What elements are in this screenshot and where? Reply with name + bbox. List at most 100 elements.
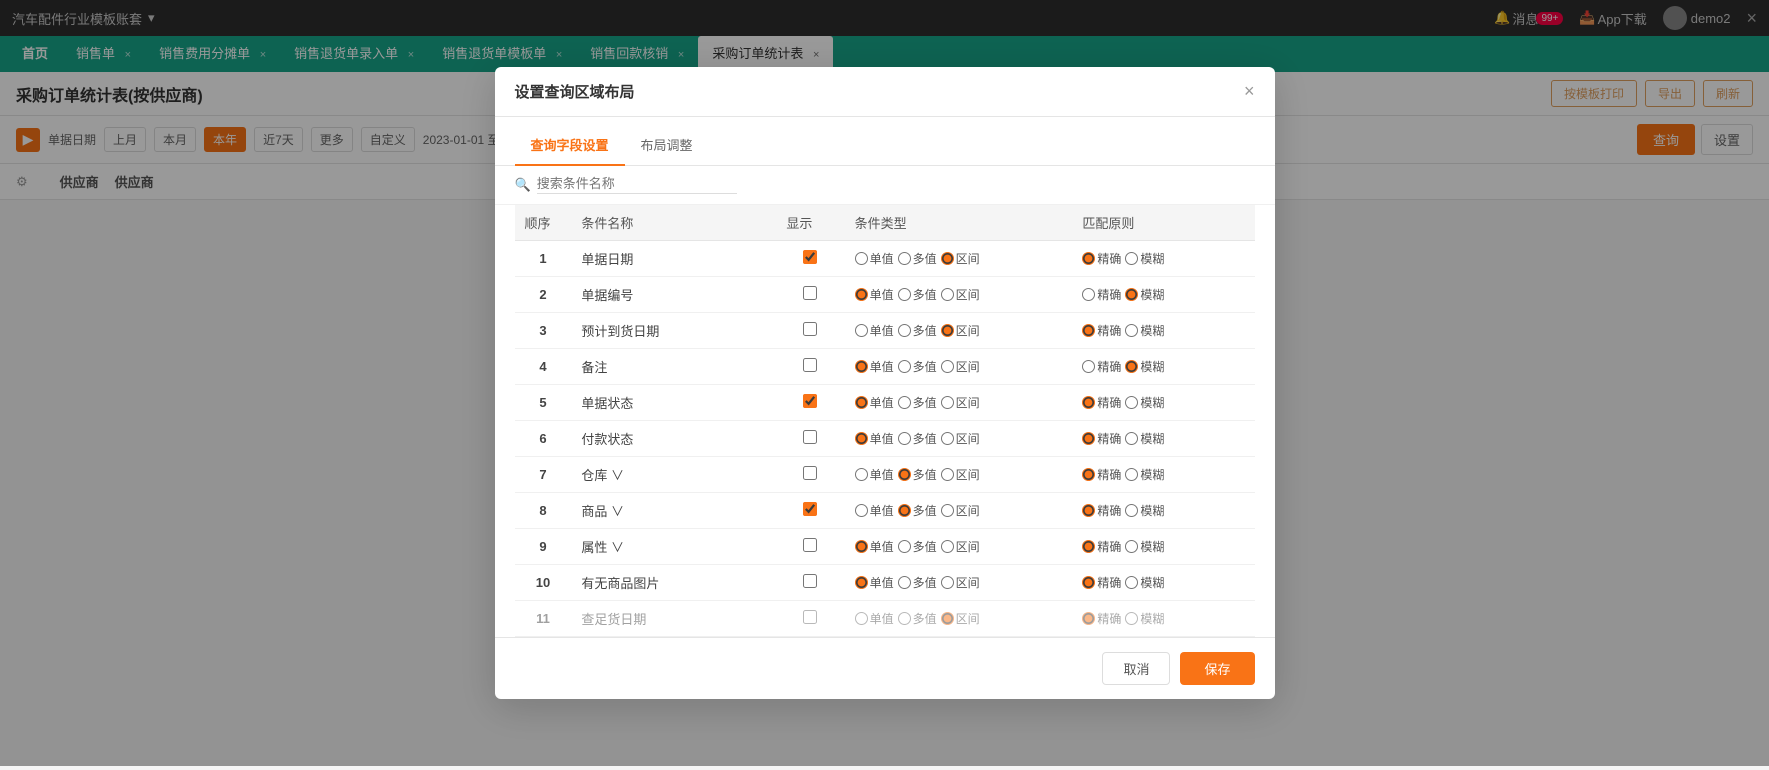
type-option-单值-4[interactable]: 单值 [855, 358, 894, 375]
type-radio-单值-3[interactable] [855, 324, 868, 337]
match-option-精确-1[interactable]: 精确 [1082, 250, 1121, 267]
type-radio-多值-8[interactable] [898, 504, 911, 517]
save-btn[interactable]: 保存 [1180, 652, 1254, 685]
type-option-多值-3[interactable]: 多值 [898, 322, 937, 339]
type-radio-区间-1[interactable] [941, 252, 954, 265]
match-option-模糊-4[interactable]: 模糊 [1125, 358, 1164, 375]
match-radio-模糊-9[interactable] [1125, 540, 1138, 553]
dialog-tab-layout[interactable]: 布局调整 [625, 129, 709, 166]
match-radio-模糊-11[interactable] [1125, 612, 1138, 625]
type-option-多值-1[interactable]: 多值 [898, 250, 937, 267]
type-option-区间-2[interactable]: 区间 [941, 286, 980, 303]
type-option-区间-6[interactable]: 区间 [941, 430, 980, 447]
match-option-精确-3[interactable]: 精确 [1082, 322, 1121, 339]
match-option-精确-8[interactable]: 精确 [1082, 502, 1121, 519]
type-radio-多值-10[interactable] [898, 576, 911, 589]
type-radio-多值-11[interactable] [898, 612, 911, 625]
match-option-精确-4[interactable]: 精确 [1082, 358, 1121, 375]
display-checkbox-8[interactable] [803, 502, 817, 516]
match-radio-精确-3[interactable] [1082, 324, 1095, 337]
type-radio-区间-3[interactable] [941, 324, 954, 337]
display-checkbox-1[interactable] [803, 250, 817, 264]
type-radio-单值-9[interactable] [855, 540, 868, 553]
type-option-区间-3[interactable]: 区间 [941, 322, 980, 339]
match-radio-精确-6[interactable] [1082, 432, 1095, 445]
match-option-精确-10[interactable]: 精确 [1082, 574, 1121, 591]
display-checkbox-7[interactable] [803, 466, 817, 480]
dialog-close-btn[interactable]: × [1244, 81, 1255, 102]
match-option-模糊-9[interactable]: 模糊 [1125, 538, 1164, 555]
type-option-单值-11[interactable]: 单值 [855, 610, 894, 627]
type-radio-区间-2[interactable] [941, 288, 954, 301]
type-option-单值-2[interactable]: 单值 [855, 286, 894, 303]
type-radio-单值-8[interactable] [855, 504, 868, 517]
match-option-精确-6[interactable]: 精确 [1082, 430, 1121, 447]
type-radio-单值-2[interactable] [855, 288, 868, 301]
type-radio-区间-9[interactable] [941, 540, 954, 553]
match-radio-模糊-2[interactable] [1125, 288, 1138, 301]
type-option-区间-5[interactable]: 区间 [941, 394, 980, 411]
match-radio-模糊-8[interactable] [1125, 504, 1138, 517]
match-radio-精确-1[interactable] [1082, 252, 1095, 265]
type-radio-多值-4[interactable] [898, 360, 911, 373]
type-option-单值-7[interactable]: 单值 [855, 466, 894, 483]
match-radio-模糊-4[interactable] [1125, 360, 1138, 373]
match-option-模糊-2[interactable]: 模糊 [1125, 286, 1164, 303]
match-radio-精确-9[interactable] [1082, 540, 1095, 553]
type-radio-多值-6[interactable] [898, 432, 911, 445]
type-radio-区间-4[interactable] [941, 360, 954, 373]
type-option-多值-11[interactable]: 多值 [898, 610, 937, 627]
condition-search-input[interactable] [537, 176, 737, 194]
type-option-多值-7[interactable]: 多值 [898, 466, 937, 483]
type-option-多值-9[interactable]: 多值 [898, 538, 937, 555]
display-checkbox-3[interactable] [803, 322, 817, 336]
match-option-模糊-5[interactable]: 模糊 [1125, 394, 1164, 411]
cancel-btn[interactable]: 取消 [1102, 652, 1170, 685]
type-radio-区间-10[interactable] [941, 576, 954, 589]
type-radio-单值-4[interactable] [855, 360, 868, 373]
display-checkbox-4[interactable] [803, 358, 817, 372]
type-option-区间-1[interactable]: 区间 [941, 250, 980, 267]
type-option-单值-6[interactable]: 单值 [855, 430, 894, 447]
match-option-精确-11[interactable]: 精确 [1082, 610, 1121, 627]
type-radio-区间-6[interactable] [941, 432, 954, 445]
display-checkbox-10[interactable] [803, 574, 817, 588]
type-radio-区间-8[interactable] [941, 504, 954, 517]
type-radio-多值-5[interactable] [898, 396, 911, 409]
dialog-tab-fields[interactable]: 查询字段设置 [515, 129, 625, 166]
match-radio-模糊-5[interactable] [1125, 396, 1138, 409]
match-radio-模糊-1[interactable] [1125, 252, 1138, 265]
match-option-精确-5[interactable]: 精确 [1082, 394, 1121, 411]
type-radio-多值-2[interactable] [898, 288, 911, 301]
type-radio-单值-6[interactable] [855, 432, 868, 445]
match-radio-模糊-7[interactable] [1125, 468, 1138, 481]
match-radio-精确-8[interactable] [1082, 504, 1095, 517]
type-option-区间-7[interactable]: 区间 [941, 466, 980, 483]
type-radio-单值-11[interactable] [855, 612, 868, 625]
type-radio-多值-7[interactable] [898, 468, 911, 481]
display-checkbox-9[interactable] [803, 538, 817, 552]
type-option-多值-5[interactable]: 多值 [898, 394, 937, 411]
type-option-单值-10[interactable]: 单值 [855, 574, 894, 591]
match-option-模糊-1[interactable]: 模糊 [1125, 250, 1164, 267]
type-radio-区间-7[interactable] [941, 468, 954, 481]
match-option-精确-9[interactable]: 精确 [1082, 538, 1121, 555]
type-option-单值-3[interactable]: 单值 [855, 322, 894, 339]
match-radio-精确-7[interactable] [1082, 468, 1095, 481]
type-radio-单值-5[interactable] [855, 396, 868, 409]
type-option-区间-9[interactable]: 区间 [941, 538, 980, 555]
match-radio-模糊-6[interactable] [1125, 432, 1138, 445]
match-radio-精确-11[interactable] [1082, 612, 1095, 625]
match-radio-模糊-3[interactable] [1125, 324, 1138, 337]
type-option-单值-9[interactable]: 单值 [855, 538, 894, 555]
match-radio-精确-4[interactable] [1082, 360, 1095, 373]
type-option-区间-11[interactable]: 区间 [941, 610, 980, 627]
match-option-精确-2[interactable]: 精确 [1082, 286, 1121, 303]
match-radio-精确-5[interactable] [1082, 396, 1095, 409]
type-radio-单值-10[interactable] [855, 576, 868, 589]
match-option-模糊-8[interactable]: 模糊 [1125, 502, 1164, 519]
match-radio-精确-10[interactable] [1082, 576, 1095, 589]
type-option-区间-4[interactable]: 区间 [941, 358, 980, 375]
type-option-区间-8[interactable]: 区间 [941, 502, 980, 519]
type-radio-区间-5[interactable] [941, 396, 954, 409]
